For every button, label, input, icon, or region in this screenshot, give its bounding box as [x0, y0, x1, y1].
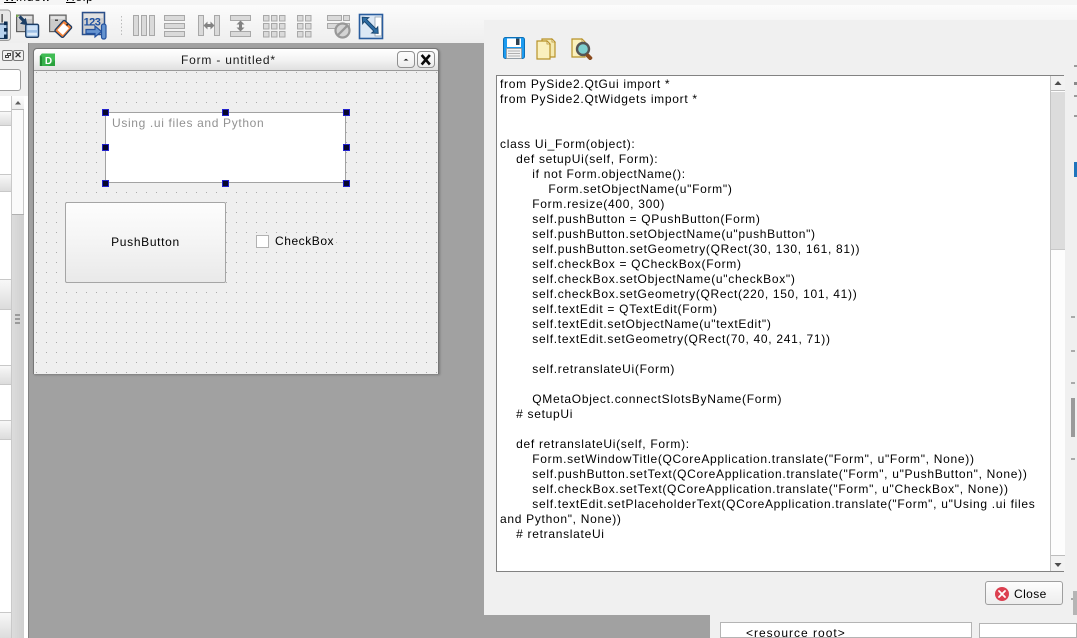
svg-text:123: 123 — [84, 17, 101, 29]
svg-text:D: D — [45, 56, 52, 67]
